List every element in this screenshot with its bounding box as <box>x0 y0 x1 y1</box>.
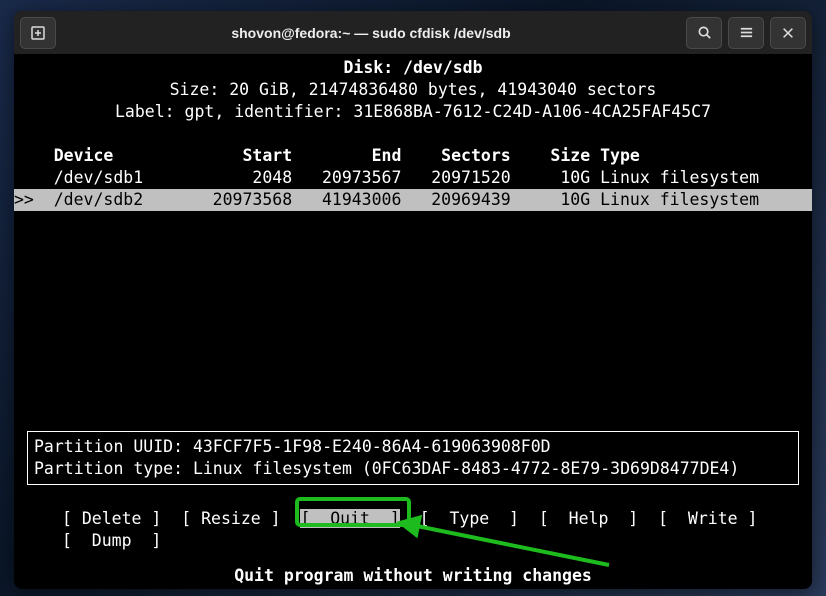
window-title: shovon@fedora:~ — sudo cfdisk /dev/sdb <box>56 25 686 41</box>
menu-resize[interactable]: [ Resize ] <box>181 509 280 528</box>
new-tab-button[interactable] <box>20 17 56 49</box>
table-row[interactable]: /dev/sdb1 2048 20973567 20971520 10G Lin… <box>14 167 812 189</box>
hamburger-menu-button[interactable] <box>728 17 764 49</box>
partition-uuid: Partition UUID: 43FCF7F5-1F98-E240-86A4-… <box>34 436 792 458</box>
menu-write[interactable]: [ Write ] <box>658 509 757 528</box>
partition-type: Partition type: Linux filesystem (0FC63D… <box>34 458 792 480</box>
menu-help[interactable]: [ Help ] <box>539 509 638 528</box>
close-icon <box>781 26 795 40</box>
menu-icon <box>739 25 754 40</box>
menu-dump[interactable]: [ Dump ] <box>62 531 161 550</box>
disk-title: Disk: /dev/sdb <box>14 57 812 79</box>
disk-size: Size: 20 GiB, 21474836480 bytes, 4194304… <box>14 79 812 101</box>
status-line: Quit program without writing changes <box>14 565 812 587</box>
new-tab-icon <box>30 25 46 41</box>
titlebar: shovon@fedora:~ — sudo cfdisk /dev/sdb <box>14 11 812 55</box>
menu-delete[interactable]: [ Delete ] <box>62 509 161 528</box>
menu-row: [ Delete ] [ Resize ] [ Quit ] [ Type ] … <box>14 508 812 530</box>
partition-table-header: Device Start End Sectors Size Type <box>14 145 812 167</box>
menu-row-2: [ Dump ] <box>14 530 812 552</box>
disk-label: Label: gpt, identifier: 31E868BA-7612-C2… <box>14 101 812 123</box>
search-button[interactable] <box>686 17 722 49</box>
terminal-window: shovon@fedora:~ — sudo cfdisk /dev/sdb <box>14 11 812 589</box>
menu-quit[interactable]: [ Quit ] <box>300 509 399 528</box>
search-icon <box>697 25 712 40</box>
menu-type[interactable]: [ Type ] <box>420 509 519 528</box>
close-window-button[interactable] <box>770 17 806 49</box>
table-row[interactable]: >> /dev/sdb2 20973568 41943006 20969439 … <box>14 189 812 211</box>
partition-info-box: Partition UUID: 43FCF7F5-1F98-E240-86A4-… <box>27 431 799 485</box>
terminal-body[interactable]: Disk: /dev/sdb Size: 20 GiB, 21474836480… <box>14 55 812 589</box>
